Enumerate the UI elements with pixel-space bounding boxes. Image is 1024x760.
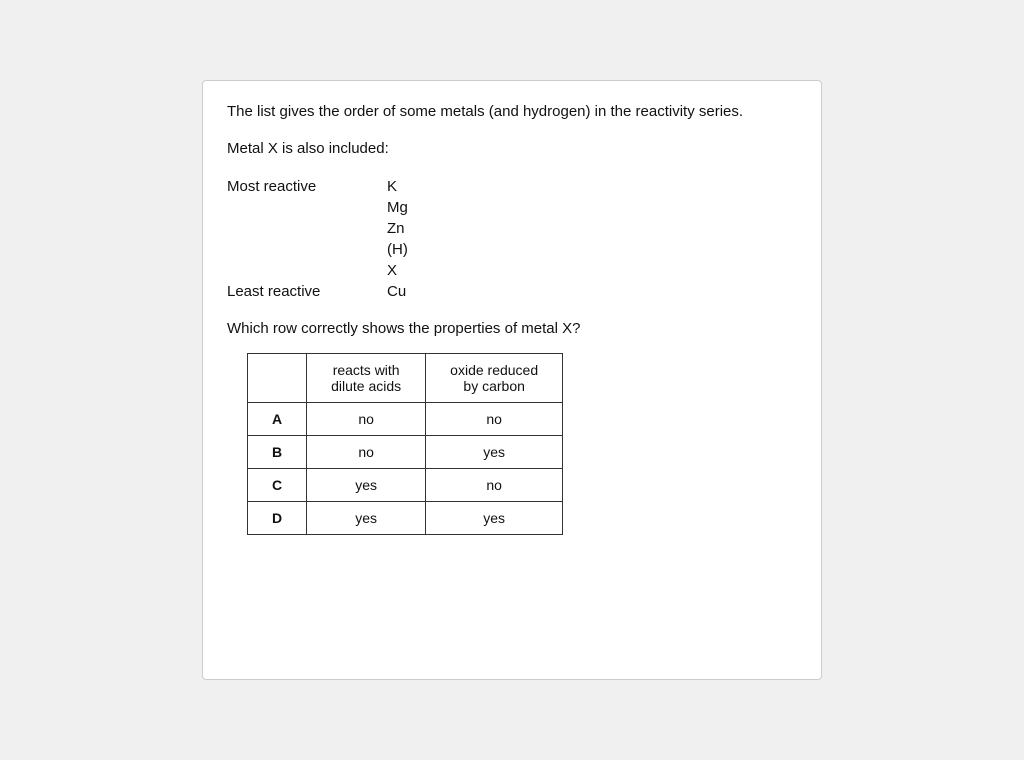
element-x: X [387,262,397,279]
element-zn-row: Zn [227,220,797,237]
element-x-row: X [227,262,797,279]
element-mg: Mg [387,199,408,216]
row-c-col2: no [426,469,563,502]
question-text: Which row correctly shows the properties… [227,320,797,337]
table-row: C yes no [248,469,563,502]
table-row: A no no [248,403,563,436]
properties-table: reacts withdilute acids oxide reducedby … [247,353,563,535]
table-header-col1: reacts withdilute acids [307,354,426,403]
row-label-a: A [248,403,307,436]
row-a-col1: no [307,403,426,436]
most-reactive-label: Most reactive [227,178,387,195]
element-k: K [387,178,397,195]
table-row: B no yes [248,436,563,469]
row-c-col1: yes [307,469,426,502]
element-cu: Cu [387,283,406,300]
element-h: (H) [387,241,408,258]
row-b-col1: no [307,436,426,469]
row-b-col2: yes [426,436,563,469]
reactivity-section: Most reactive K Mg Zn (H) X Least reacti… [227,178,797,300]
least-reactive-label: Least reactive [227,283,387,300]
row-d-col2: yes [426,502,563,535]
least-reactive-row: Least reactive Cu [227,283,797,300]
row-label-d: D [248,502,307,535]
metal-x-note: Metal X is also included: [227,138,797,161]
table-header-row: reacts withdilute acids oxide reducedby … [248,354,563,403]
intro-text: The list gives the order of some metals … [227,101,797,124]
element-mg-row: Mg [227,199,797,216]
table-header-empty [248,354,307,403]
table-row: D yes yes [248,502,563,535]
main-card: The list gives the order of some metals … [202,80,822,680]
element-zn: Zn [387,220,405,237]
row-label-c: C [248,469,307,502]
element-h-row: (H) [227,241,797,258]
row-a-col2: no [426,403,563,436]
table-header-col2: oxide reducedby carbon [426,354,563,403]
row-d-col1: yes [307,502,426,535]
row-label-b: B [248,436,307,469]
most-reactive-row: Most reactive K [227,178,797,195]
